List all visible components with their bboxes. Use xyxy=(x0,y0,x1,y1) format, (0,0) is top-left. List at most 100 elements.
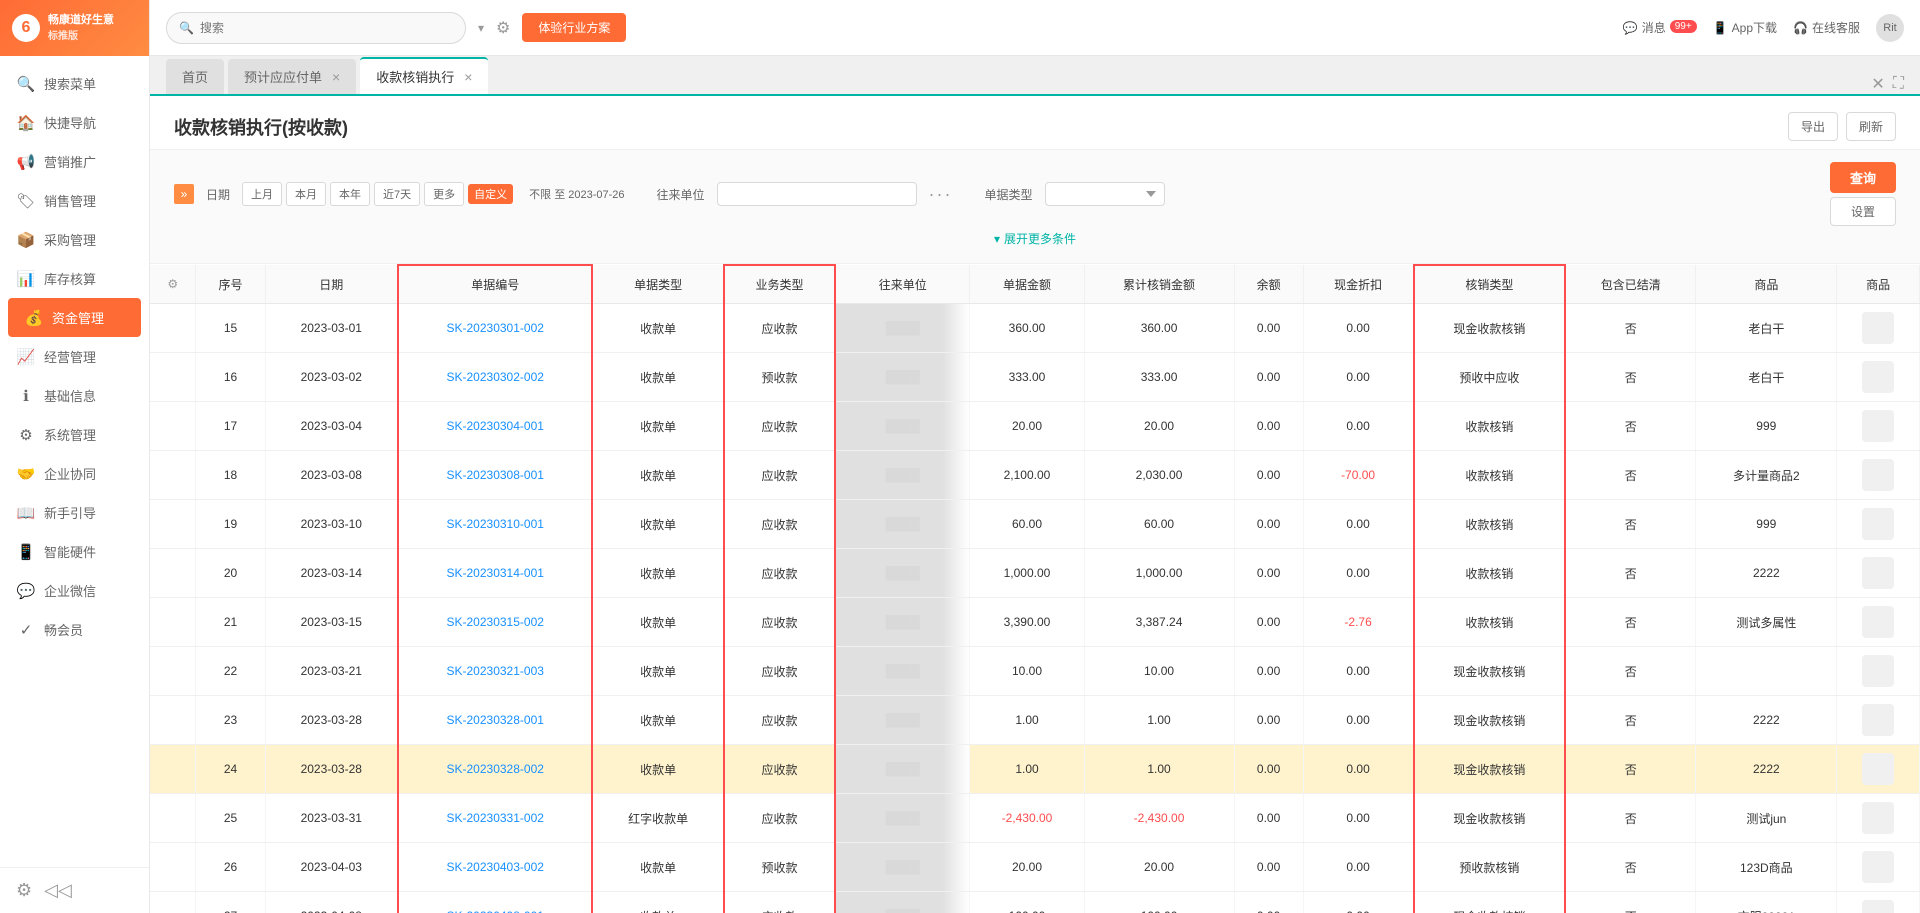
tab-write-off[interactable]: 收款核销执行 × xyxy=(360,57,488,94)
voucher-link[interactable]: SK-20230328-002 xyxy=(447,762,544,776)
row-goods: 测试多属性 xyxy=(1696,598,1837,647)
date-btn-this-month[interactable]: 本月 xyxy=(286,182,326,206)
col-header-goods: 商品 xyxy=(1696,265,1837,304)
row-select-cell xyxy=(150,696,196,745)
tab-write-off-label: 收款核销执行 xyxy=(376,67,454,86)
row-select-cell xyxy=(150,794,196,843)
sidebar-item-quick-nav[interactable]: 🏠 快捷导航 xyxy=(0,103,149,142)
online-service-action[interactable]: 🎧 在线客服 xyxy=(1793,19,1860,36)
date-btn-last-month[interactable]: 上月 xyxy=(242,182,282,206)
col-header-voucher-no: 单据编号 xyxy=(398,265,592,304)
partner-input[interactable] xyxy=(717,182,917,206)
voucher-link[interactable]: SK-20230321-003 xyxy=(447,664,544,678)
row-goods-img xyxy=(1837,402,1920,451)
settings-footer-icon[interactable]: ⚙ xyxy=(16,880,32,901)
member-icon: ✓ xyxy=(16,621,36,639)
tab-home[interactable]: 首页 xyxy=(166,59,224,94)
row-voucher-no: SK-20230310-001 xyxy=(398,500,592,549)
voucher-link[interactable]: SK-20230314-001 xyxy=(447,566,544,580)
search-input[interactable] xyxy=(200,21,453,35)
voucher-link[interactable]: SK-20230403-002 xyxy=(447,860,544,874)
sidebar-item-collab[interactable]: 🤝 企业协同 xyxy=(0,454,149,493)
sidebar-label-sales: 销售管理 xyxy=(44,191,96,210)
sidebar-item-system[interactable]: ⚙ 系统管理 xyxy=(0,415,149,454)
industry-solution-button[interactable]: 体验行业方案 xyxy=(522,13,626,42)
sidebar-item-guide[interactable]: 📖 新手引导 xyxy=(0,493,149,532)
filter-expand-button[interactable]: » xyxy=(174,184,194,204)
refresh-button[interactable]: 刷新 xyxy=(1846,112,1896,141)
voucher-link[interactable]: SK-20230328-001 xyxy=(447,713,544,727)
user-avatar[interactable]: Rit xyxy=(1876,14,1904,42)
row-goods: 999 xyxy=(1696,500,1837,549)
sidebar-item-inventory[interactable]: 📊 库存核算 xyxy=(0,259,149,298)
topbar-gear-icon[interactable]: ⚙ xyxy=(496,18,510,38)
date-btn-7days[interactable]: 近7天 xyxy=(374,182,420,206)
voucher-link[interactable]: SK-20230408-001 xyxy=(447,909,544,913)
main-area: 🔍 ▾ ⚙ 体验行业方案 💬 消息 99+ 📱 App下载 🎧 在线客服 Rit xyxy=(150,0,1920,913)
sidebar-item-marketing[interactable]: 📢 营销推广 xyxy=(0,142,149,181)
row-partner: ████ xyxy=(835,549,970,598)
row-no: 20 xyxy=(196,549,265,598)
table-config-header[interactable]: ⚙ xyxy=(150,265,196,304)
row-no: 17 xyxy=(196,402,265,451)
sidebar-item-search-menu[interactable]: 🔍 搜索菜单 xyxy=(0,64,149,103)
row-balance: 0.00 xyxy=(1234,500,1303,549)
tab-prepaid-close[interactable]: × xyxy=(332,69,340,85)
service-icon: 🎧 xyxy=(1793,21,1808,35)
collapse-icon[interactable]: ◁◁ xyxy=(44,880,72,901)
voucher-link[interactable]: SK-20230304-001 xyxy=(447,419,544,433)
expand-more-icon: ▾ xyxy=(994,232,1000,246)
voucher-link[interactable]: SK-20230308-001 xyxy=(447,468,544,482)
sidebar-item-finance[interactable]: 💰 资金管理 xyxy=(8,298,141,337)
date-btn-this-year[interactable]: 本年 xyxy=(330,182,370,206)
app-download-action[interactable]: 📱 App下载 xyxy=(1713,19,1777,36)
dropdown-arrow-icon[interactable]: ▾ xyxy=(478,21,484,35)
row-no: 25 xyxy=(196,794,265,843)
export-button[interactable]: 导出 xyxy=(1788,112,1838,141)
voucher-link[interactable]: SK-20230302-002 xyxy=(447,370,544,384)
sidebar-item-purchase[interactable]: 📦 采购管理 xyxy=(0,220,149,259)
messages-action[interactable]: 💬 消息 99+ xyxy=(1623,19,1697,36)
row-biz-type: 应收款 xyxy=(724,451,835,500)
close-window-icon[interactable]: ✕ xyxy=(1871,74,1884,94)
row-voucher-type: 收款单 xyxy=(592,451,723,500)
row-select-cell xyxy=(150,304,196,353)
voucher-type-select[interactable] xyxy=(1045,182,1165,206)
row-date: 2023-03-28 xyxy=(265,696,398,745)
row-write-off-type: 收款核销 xyxy=(1414,500,1566,549)
row-select-cell xyxy=(150,745,196,794)
row-goods: 多计量商品2 xyxy=(1696,451,1837,500)
row-amount: 60.00 xyxy=(970,500,1084,549)
voucher-link[interactable]: SK-20230315-002 xyxy=(447,615,544,629)
tab-write-off-close[interactable]: × xyxy=(464,69,472,85)
tab-prepaid[interactable]: 预计应应付单 × xyxy=(228,59,356,94)
settings-button[interactable]: 设置 xyxy=(1830,197,1896,226)
table-row: 23 2023-03-28 SK-20230328-001 收款单 应收款 ██… xyxy=(150,696,1920,745)
sidebar-item-operations[interactable]: 📈 经营管理 xyxy=(0,337,149,376)
expand-more-button[interactable]: ▾ 展开更多条件 xyxy=(994,230,1076,247)
table-header-row: ⚙ 序号 日期 单据编号 单据类型 业务类型 往来单位 单据金额 累计核销金额 … xyxy=(150,265,1920,304)
sidebar-item-basic[interactable]: ℹ 基础信息 xyxy=(0,376,149,415)
sidebar-item-sales[interactable]: 🏷 销售管理 xyxy=(0,181,149,220)
row-include-settled: 否 xyxy=(1565,696,1696,745)
date-btn-more[interactable]: 更多 xyxy=(424,182,464,206)
sidebar-item-member[interactable]: ✓ 畅会员 xyxy=(0,610,149,649)
col-header-amount: 单据金额 xyxy=(970,265,1084,304)
row-partner: ████ xyxy=(835,353,970,402)
row-biz-type: 应收款 xyxy=(724,402,835,451)
row-cash-discount: 0.00 xyxy=(1303,402,1413,451)
quick-nav-icon: 🏠 xyxy=(16,114,36,132)
maximize-window-icon[interactable]: ⛶ xyxy=(1893,75,1904,93)
row-biz-type: 应收款 xyxy=(724,500,835,549)
query-button[interactable]: 查询 xyxy=(1830,162,1896,193)
row-cash-discount: 0.00 xyxy=(1303,794,1413,843)
voucher-link[interactable]: SK-20230310-001 xyxy=(447,517,544,531)
voucher-link[interactable]: SK-20230331-002 xyxy=(447,811,544,825)
sidebar-item-hardware[interactable]: 📱 智能硬件 xyxy=(0,532,149,571)
collab-icon: 🤝 xyxy=(16,465,36,483)
row-amount: 1.00 xyxy=(970,696,1084,745)
partner-more-icon[interactable]: ··· xyxy=(929,184,953,205)
date-custom-button[interactable]: 自定义 xyxy=(468,184,513,204)
sidebar-item-wechat[interactable]: 💬 企业微信 xyxy=(0,571,149,610)
voucher-link[interactable]: SK-20230301-002 xyxy=(447,321,544,335)
